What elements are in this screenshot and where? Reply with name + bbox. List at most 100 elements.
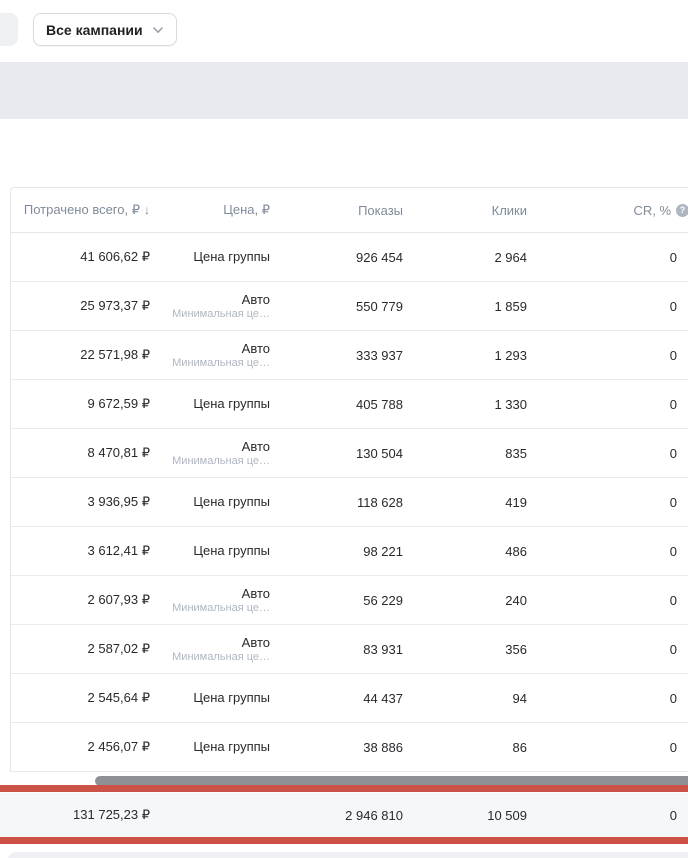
campaigns-filter-label: Все кампании xyxy=(46,21,143,38)
ads-statistics-page: Все кампании Потрачено всего, ₽ ↓ Цена, … xyxy=(0,0,688,858)
clicks-cell: 240 xyxy=(505,592,527,608)
chevron-down-icon xyxy=(152,26,163,33)
cr-cell: 0 xyxy=(669,543,677,559)
totals-row: 131 725,23 ₽ 2 946 810 10 509 0 xyxy=(0,793,688,837)
impressions-cell: 118 628 xyxy=(356,494,403,510)
price-cell: Цена группы xyxy=(150,478,270,526)
cr-cell: 0 xyxy=(669,592,677,608)
header-impressions-label: Показы xyxy=(358,202,403,218)
spent-cell: 41 606,62 ₽ xyxy=(80,249,150,264)
clicks-cell: 2 964 xyxy=(494,249,527,265)
impressions-cell: 926 454 xyxy=(356,249,403,265)
cr-cell: 0 xyxy=(669,396,677,412)
price-main: Цена группы xyxy=(193,249,270,264)
spent-cell: 2 545,64 ₽ xyxy=(87,690,151,705)
price-main: Авто xyxy=(241,634,270,650)
price-cell: Цена группы xyxy=(150,527,270,575)
spent-cell: 2 607,93 ₽ xyxy=(87,592,151,607)
table-row[interactable]: 2 545,64 ₽ Цена группы 44 437 94 0 xyxy=(11,674,688,723)
price-sub: Минимальная це… xyxy=(172,356,270,369)
impressions-cell: 550 779 xyxy=(356,298,403,314)
campaigns-filter-button[interactable]: Все кампании xyxy=(33,13,177,46)
price-main: Цена группы xyxy=(193,396,270,411)
price-sub: Минимальная це… xyxy=(172,307,270,320)
clicks-cell: 94 xyxy=(512,690,527,706)
price-sub: Минимальная це… xyxy=(172,650,270,663)
price-cell: Авто Минимальная це… xyxy=(150,282,270,330)
impressions-cell: 44 437 xyxy=(363,690,403,706)
price-sub: Минимальная це… xyxy=(172,454,270,467)
price-cell: Авто Минимальная це… xyxy=(150,331,270,379)
impressions-cell: 38 886 xyxy=(363,739,403,755)
header-clicks[interactable]: Клики xyxy=(403,188,527,232)
bottom-panel-edge xyxy=(8,852,688,858)
header-impressions[interactable]: Показы xyxy=(270,188,403,232)
filters-panel-band xyxy=(0,62,688,119)
statistics-table: Потрачено всего, ₽ ↓ Цена, ₽ Показы Клик… xyxy=(10,187,688,772)
price-main: Цена группы xyxy=(193,739,270,754)
price-main: Цена группы xyxy=(193,690,270,705)
price-main: Цена группы xyxy=(193,494,270,509)
price-main: Авто xyxy=(241,340,270,356)
price-cell: Цена группы xyxy=(150,674,270,722)
cr-cell: 0 xyxy=(669,445,677,461)
table-row[interactable]: 22 571,98 ₽ Авто Минимальная це… 333 937… xyxy=(11,331,688,380)
toolbar-partial-button[interactable] xyxy=(0,13,18,46)
price-main: Авто xyxy=(241,585,270,601)
spent-cell: 3 612,41 ₽ xyxy=(87,543,151,558)
table-header-row: Потрачено всего, ₽ ↓ Цена, ₽ Показы Клик… xyxy=(11,188,688,233)
clicks-cell: 1 859 xyxy=(494,298,527,314)
table-row[interactable]: 25 973,37 ₽ Авто Минимальная це… 550 779… xyxy=(11,282,688,331)
price-cell: Цена группы xyxy=(150,723,270,771)
table-row[interactable]: 2 607,93 ₽ Авто Минимальная це… 56 229 2… xyxy=(11,576,688,625)
spent-cell: 8 470,81 ₽ xyxy=(87,445,151,460)
header-price[interactable]: Цена, ₽ xyxy=(150,188,270,232)
header-cr-label: CR, % xyxy=(633,202,671,218)
price-cell: Авто Минимальная це… xyxy=(150,429,270,477)
spent-cell: 3 936,95 ₽ xyxy=(87,494,151,509)
clicks-cell: 86 xyxy=(512,739,527,755)
impressions-cell: 130 504 xyxy=(356,445,403,461)
table-row[interactable]: 9 672,59 ₽ Цена группы 405 788 1 330 0 xyxy=(11,380,688,429)
price-cell: Цена группы xyxy=(150,380,270,428)
clicks-cell: 356 xyxy=(505,641,527,657)
table-row[interactable]: 3 612,41 ₽ Цена группы 98 221 486 0 xyxy=(11,527,688,576)
table-row[interactable]: 8 470,81 ₽ Авто Минимальная це… 130 504 … xyxy=(11,429,688,478)
spent-cell: 22 571,98 ₽ xyxy=(80,347,150,362)
cr-cell: 0 xyxy=(669,739,677,755)
header-spent-label: Потрачено всего, ₽ xyxy=(23,202,140,217)
price-main: Авто xyxy=(241,438,270,454)
help-icon[interactable]: ? xyxy=(676,203,688,217)
cr-cell: 0 xyxy=(669,641,677,657)
clicks-cell: 835 xyxy=(505,445,527,461)
header-price-label: Цена, ₽ xyxy=(223,202,270,217)
clicks-cell: 1 330 xyxy=(494,396,527,412)
spent-cell: 9 672,59 ₽ xyxy=(87,396,151,411)
impressions-cell: 98 221 xyxy=(363,543,403,559)
table-row[interactable]: 41 606,62 ₽ Цена группы 926 454 2 964 0 xyxy=(11,233,688,282)
cr-cell: 0 xyxy=(669,249,677,265)
price-cell: Цена группы xyxy=(150,233,270,281)
cr-cell: 0 xyxy=(669,347,677,363)
price-sub: Минимальная це… xyxy=(172,601,270,614)
spent-cell: 25 973,37 ₽ xyxy=(80,298,150,313)
horizontal-scrollbar[interactable] xyxy=(95,776,688,786)
cr-cell: 0 xyxy=(669,298,677,314)
totals-clicks: 10 509 xyxy=(487,807,527,823)
totals-cr: 0 xyxy=(669,807,677,823)
header-cr[interactable]: CR, % ? xyxy=(527,188,688,232)
price-main: Авто xyxy=(241,291,270,307)
cr-cell: 0 xyxy=(669,690,677,706)
table-row[interactable]: 3 936,95 ₽ Цена группы 118 628 419 0 xyxy=(11,478,688,527)
price-cell: Авто Минимальная це… xyxy=(150,625,270,673)
impressions-cell: 56 229 xyxy=(363,592,403,608)
impressions-cell: 333 937 xyxy=(356,347,403,363)
table-row[interactable]: 2 587,02 ₽ Авто Минимальная це… 83 931 3… xyxy=(11,625,688,674)
totals-impressions: 2 946 810 xyxy=(345,807,403,823)
header-spent[interactable]: Потрачено всего, ₽ ↓ xyxy=(11,188,150,232)
impressions-cell: 83 931 xyxy=(363,641,403,657)
clicks-cell: 1 293 xyxy=(494,347,527,363)
table-row[interactable]: 2 456,07 ₽ Цена группы 38 886 86 0 xyxy=(11,723,688,772)
clicks-cell: 486 xyxy=(505,543,527,559)
header-clicks-label: Клики xyxy=(491,202,527,218)
